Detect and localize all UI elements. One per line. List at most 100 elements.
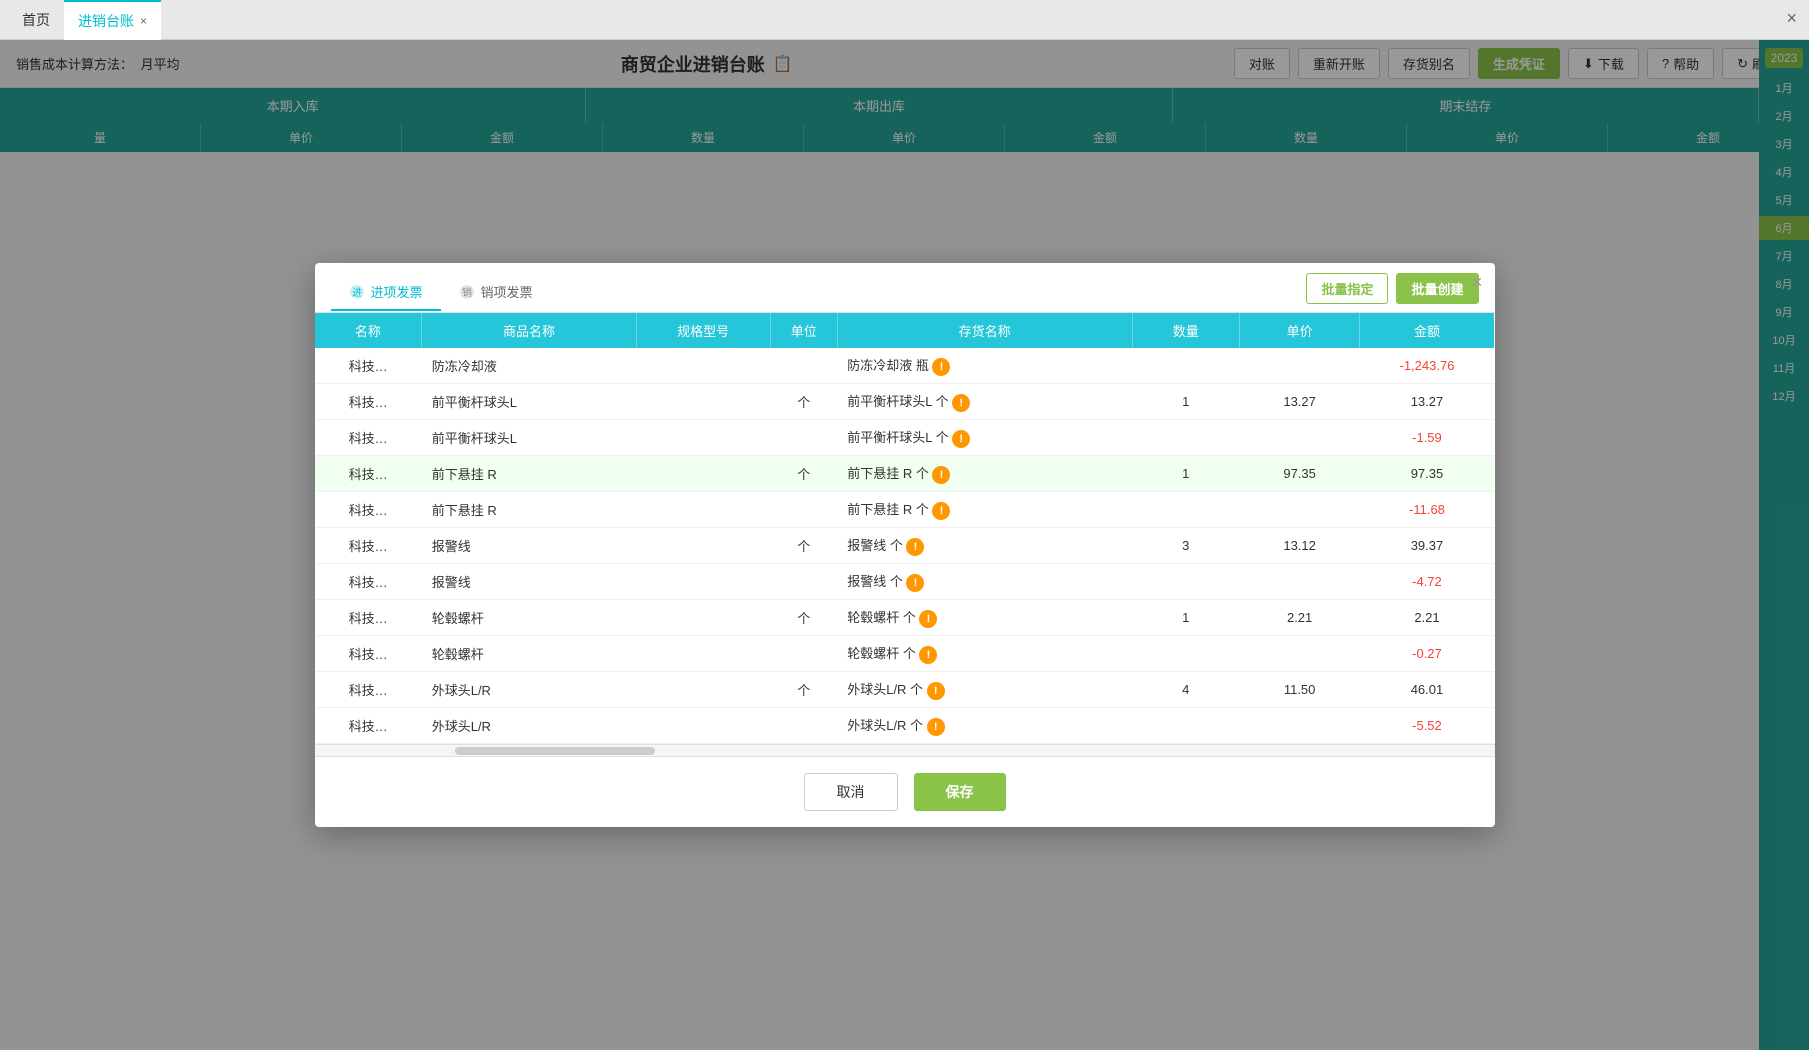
batch-designate-button[interactable]: 批量指定: [1306, 273, 1388, 304]
cell-qty: 1: [1132, 384, 1239, 420]
cell-product-name: 轮毂螺杆: [422, 600, 636, 636]
cell-company: 科技…: [315, 420, 422, 456]
cell-company: 科技…: [315, 636, 422, 672]
tab-invoice-out[interactable]: 销 销项发票: [441, 274, 551, 311]
horizontal-scrollbar[interactable]: [315, 744, 1495, 756]
table-row[interactable]: 科技… 前下悬挂 R 个 前下悬挂 R 个 ! 1 97.35 97.35: [315, 456, 1495, 492]
modal-footer: 取消 保存: [315, 756, 1495, 827]
table-row[interactable]: 科技… 前平衡杆球头L 前平衡杆球头L 个 ! -1.59: [315, 420, 1495, 456]
cell-unit: [770, 492, 837, 528]
cell-price: 11.50: [1239, 672, 1360, 708]
col-product-name: 商品名称: [422, 313, 636, 348]
modal-overlay: 进 进项发票 销 销项发票 批量指定 批量创建 ×: [0, 40, 1809, 1050]
cell-product-name: 前平衡杆球头L: [422, 420, 636, 456]
cell-spec: [636, 492, 770, 528]
table-row[interactable]: 科技… 外球头L/R 个 外球头L/R 个 ! 4 11.50 46.01: [315, 672, 1495, 708]
cell-company: 科技…: [315, 456, 422, 492]
col-spec: 规格型号: [636, 313, 770, 348]
col-amount: 金额: [1360, 313, 1494, 348]
batch-create-button[interactable]: 批量创建: [1396, 273, 1478, 304]
cell-amount: -11.68: [1360, 492, 1494, 528]
cell-price: [1239, 636, 1360, 672]
alert-icon: !: [927, 682, 945, 700]
table-row[interactable]: 科技… 前下悬挂 R 前下悬挂 R 个 ! -11.68: [315, 492, 1495, 528]
cell-inventory: 报警线 个 !: [837, 564, 1132, 600]
tab-invoice-out-label: 销项发票: [481, 282, 533, 301]
cell-amount: -0.27: [1360, 636, 1494, 672]
scroll-thumb[interactable]: [455, 747, 655, 755]
cell-amount: 97.35: [1360, 456, 1494, 492]
cell-unit: [770, 564, 837, 600]
cell-price: [1239, 708, 1360, 744]
cell-spec: [636, 636, 770, 672]
cell-product-name: 报警线: [422, 564, 636, 600]
alert-icon: !: [919, 646, 937, 664]
cell-product-name: 轮毂螺杆: [422, 636, 636, 672]
table-row[interactable]: 科技… 防冻冷却液 防冻冷却液 瓶 ! -1,243.76: [315, 348, 1495, 384]
cell-inventory: 防冻冷却液 瓶 !: [837, 348, 1132, 384]
cell-unit: 个: [770, 672, 837, 708]
cell-company: 科技…: [315, 384, 422, 420]
cell-amount: -4.72: [1360, 564, 1494, 600]
cell-spec: [636, 420, 770, 456]
invoice-in-icon: 进: [349, 284, 365, 300]
tab-home[interactable]: 首页: [8, 0, 64, 40]
col-unit: 单位: [770, 313, 837, 348]
cell-amount: 13.27: [1360, 384, 1494, 420]
tab-close-icon[interactable]: ×: [140, 14, 147, 28]
table-row[interactable]: 科技… 轮毂螺杆 轮毂螺杆 个 ! -0.27: [315, 636, 1495, 672]
cell-unit: [770, 636, 837, 672]
cell-product-name: 前下悬挂 R: [422, 456, 636, 492]
cell-product-name: 前下悬挂 R: [422, 492, 636, 528]
table-row[interactable]: 科技… 报警线 报警线 个 ! -4.72: [315, 564, 1495, 600]
cell-amount: 2.21: [1360, 600, 1494, 636]
cell-price: [1239, 348, 1360, 384]
table-row[interactable]: 科技… 外球头L/R 外球头L/R 个 ! -5.52: [315, 708, 1495, 744]
modal-dialog: 进 进项发票 销 销项发票 批量指定 批量创建 ×: [315, 263, 1495, 827]
save-button[interactable]: 保存: [914, 773, 1006, 811]
cell-qty: [1132, 348, 1239, 384]
cell-company: 科技…: [315, 564, 422, 600]
alert-icon: !: [927, 718, 945, 736]
col-qty: 数量: [1132, 313, 1239, 348]
cell-company: 科技…: [315, 348, 422, 384]
cell-company: 科技…: [315, 708, 422, 744]
alert-icon: !: [932, 466, 950, 484]
alert-icon: !: [952, 430, 970, 448]
cell-product-name: 防冻冷却液: [422, 348, 636, 384]
tab-ledger[interactable]: 进销台账 ×: [64, 0, 161, 40]
cell-price: 97.35: [1239, 456, 1360, 492]
cell-qty: 3: [1132, 528, 1239, 564]
svg-text:销: 销: [462, 286, 472, 299]
tab-invoice-in[interactable]: 进 进项发票: [331, 274, 441, 311]
cell-unit: 个: [770, 456, 837, 492]
table-row[interactable]: 科技… 报警线 个 报警线 个 ! 3 13.12 39.37: [315, 528, 1495, 564]
tab-ledger-label: 进销台账: [78, 11, 134, 31]
window-close-button[interactable]: ×: [1786, 8, 1797, 29]
modal-action-buttons: 批量指定 批量创建: [1306, 273, 1478, 312]
cell-spec: [636, 672, 770, 708]
cell-qty: 1: [1132, 600, 1239, 636]
cell-spec: [636, 708, 770, 744]
modal-table-container[interactable]: 名称 商品名称 规格型号 单位 存货名称 数量 单价 金额 科技… 防冻冷却液: [315, 313, 1495, 744]
cell-qty: 4: [1132, 672, 1239, 708]
cell-amount: -1.59: [1360, 420, 1494, 456]
cell-inventory: 轮毂螺杆 个 !: [837, 636, 1132, 672]
alert-icon: !: [906, 574, 924, 592]
cell-inventory: 外球头L/R 个 !: [837, 708, 1132, 744]
cell-spec: [636, 348, 770, 384]
modal-close-button[interactable]: ×: [1472, 273, 1483, 291]
cancel-button[interactable]: 取消: [804, 773, 898, 811]
modal-header: 进 进项发票 销 销项发票 批量指定 批量创建 ×: [315, 263, 1495, 313]
table-row[interactable]: 科技… 前平衡杆球头L 个 前平衡杆球头L 个 ! 1 13.27 13.27: [315, 384, 1495, 420]
table-row[interactable]: 科技… 轮毂螺杆 个 轮毂螺杆 个 ! 1 2.21 2.21: [315, 600, 1495, 636]
cell-product-name: 外球头L/R: [422, 708, 636, 744]
col-company: 名称: [315, 313, 422, 348]
cell-inventory: 前下悬挂 R 个 !: [837, 456, 1132, 492]
cell-qty: [1132, 708, 1239, 744]
cell-qty: [1132, 636, 1239, 672]
cell-company: 科技…: [315, 528, 422, 564]
cell-inventory: 前平衡杆球头L 个 !: [837, 420, 1132, 456]
cell-product-name: 报警线: [422, 528, 636, 564]
col-inventory: 存货名称: [837, 313, 1132, 348]
